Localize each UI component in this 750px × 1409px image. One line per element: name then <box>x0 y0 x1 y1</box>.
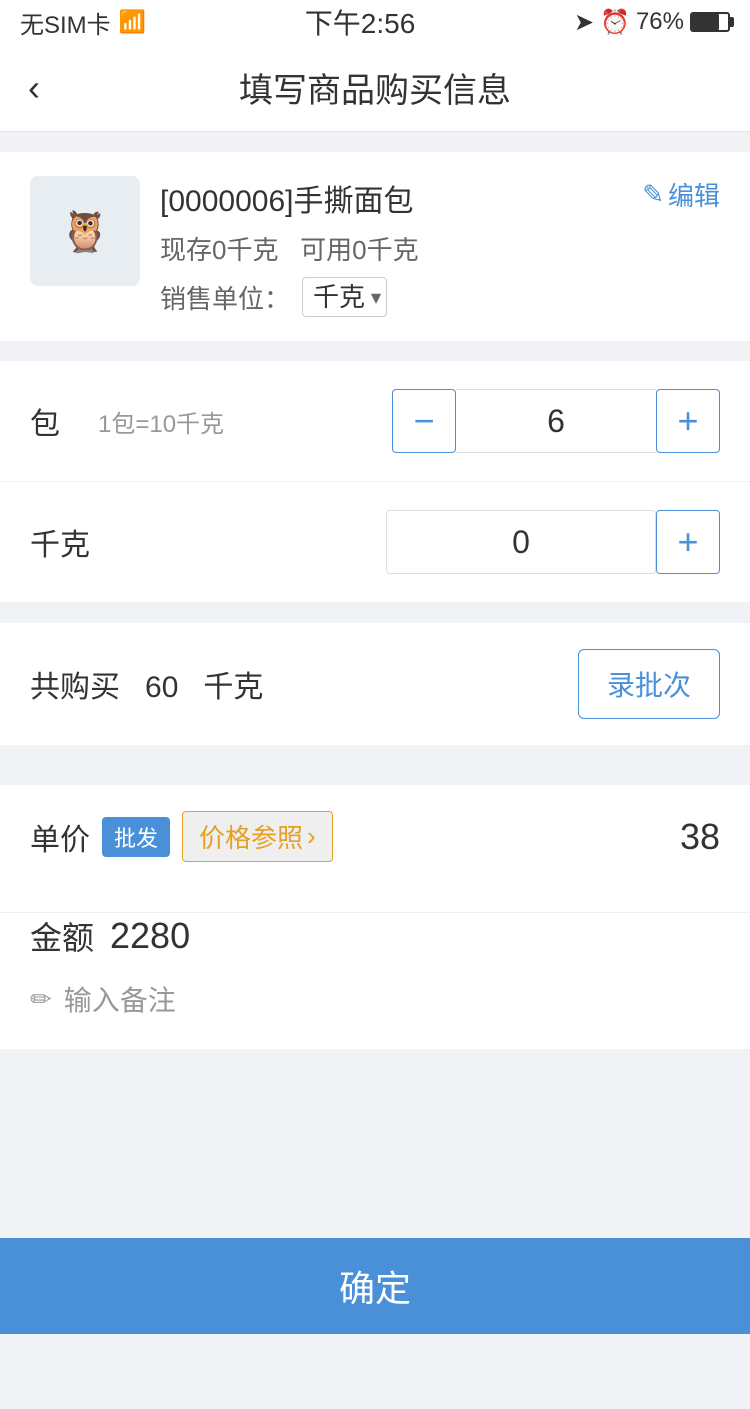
nav-bar: ‹ 填写商品购买信息 <box>0 44 750 132</box>
price-left: 单价 批发 价格参照 › <box>30 811 333 862</box>
batch-button[interactable]: 录批次 <box>578 649 720 719</box>
price-type-tag: 批发 <box>102 817 170 857</box>
status-bar: 无SIM卡 📶 下午2:56 ➤ ⏰ 76% <box>0 0 750 44</box>
carrier-text: 无SIM卡 <box>20 5 111 40</box>
unit-select-wrap[interactable]: 千克 包 ▾ <box>302 277 387 317</box>
quantity-controls-kg: + <box>386 510 720 574</box>
unit-select[interactable]: 千克 包 <box>302 277 387 317</box>
quantity-row-bao: 包 1包=10千克 − + <box>0 361 750 482</box>
product-unit-row: 销售单位： 千克 包 ▾ <box>160 277 720 317</box>
status-left: 无SIM卡 📶 <box>20 5 146 40</box>
product-thumbnail: 🦉 <box>30 176 140 286</box>
price-row: 单价 批发 价格参照 › 38 <box>30 811 720 862</box>
price-ref-button[interactable]: 价格参照 › <box>182 811 333 862</box>
alarm-icon: ⏰ <box>600 8 630 37</box>
amount-label: 金额 <box>30 913 94 959</box>
location-icon: ➤ <box>574 8 594 37</box>
quantity-hint-bao: 1包=10千克 <box>98 404 392 439</box>
status-right: ➤ ⏰ 76% <box>574 8 730 37</box>
amount-row: 金额 2280 <box>30 913 720 959</box>
remark-row[interactable]: ✏ 输入备注 <box>30 979 720 1019</box>
price-label: 单价 <box>30 815 90 859</box>
edit-button[interactable]: ✎ 编辑 <box>642 176 720 213</box>
product-info: [0000006]手撕面包 ✎ 编辑 现存0千克 可用0千克 销售单位： 千克 … <box>160 176 720 317</box>
product-thumb-icon: 🦉 <box>60 208 110 255</box>
quantity-controls-bao: − + <box>392 389 720 453</box>
quantity-section: 包 1包=10千克 − + 千克 + <box>0 361 750 603</box>
pencil-icon: ✏ <box>30 984 52 1015</box>
back-button[interactable]: ‹ <box>28 67 40 109</box>
quantity-label-kg: 千克 <box>30 520 90 564</box>
increment-kg-button[interactable]: + <box>656 510 720 574</box>
time-display: 下午2:56 <box>305 2 416 42</box>
product-card: 🦉 [0000006]手撕面包 ✎ 编辑 现存0千克 可用0千克 销售单位： 千… <box>0 152 750 341</box>
total-text: 共购买 60 千克 <box>30 662 263 706</box>
wifi-icon: 📶 <box>119 9 146 35</box>
decrement-bao-button[interactable]: − <box>392 389 456 453</box>
battery-percent: 76% <box>636 8 684 36</box>
amount-section: 金额 2280 ✏ 输入备注 <box>0 912 750 1049</box>
product-name: [0000006]手撕面包 <box>160 176 413 220</box>
product-stock: 现存0千克 可用0千克 <box>160 230 720 267</box>
quantity-kg-input[interactable] <box>386 510 656 574</box>
quantity-bao-input[interactable] <box>456 389 656 453</box>
battery-icon <box>690 12 730 32</box>
remark-placeholder: 输入备注 <box>64 979 176 1019</box>
increment-bao-button[interactable]: + <box>656 389 720 453</box>
confirm-button[interactable]: 确定 <box>0 1238 750 1334</box>
price-value: 38 <box>680 816 720 858</box>
quantity-label-bao: 包 <box>30 399 90 443</box>
separator <box>0 745 750 765</box>
amount-value: 2280 <box>110 915 190 957</box>
content-area <box>0 1049 750 1409</box>
quantity-row-kg: 千克 + <box>0 482 750 603</box>
price-section: 单价 批发 价格参照 › 38 <box>0 785 750 912</box>
edit-icon: ✎ <box>642 179 664 210</box>
total-row: 共购买 60 千克 录批次 <box>0 623 750 745</box>
page-title: 填写商品购买信息 <box>239 63 511 112</box>
